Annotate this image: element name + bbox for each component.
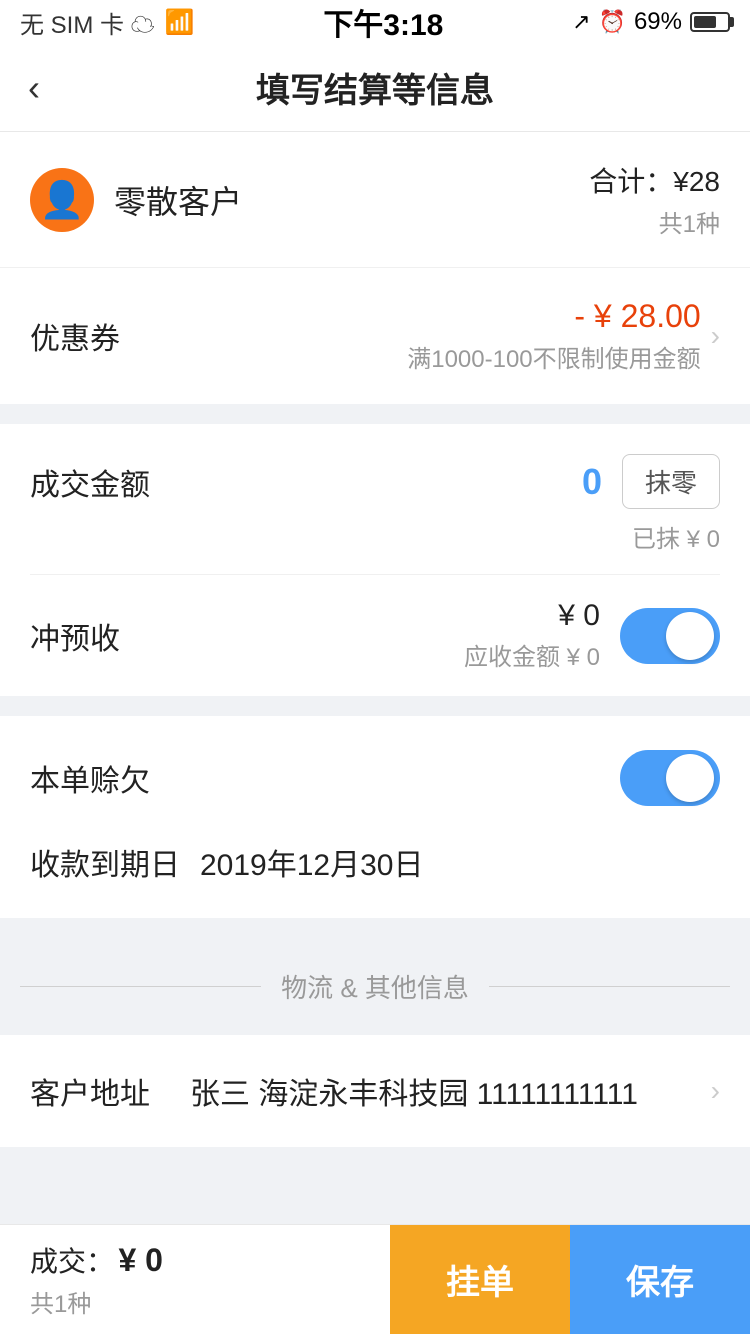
logistics-line-left: [20, 986, 261, 987]
round-zero-button[interactable]: 抹零: [622, 454, 720, 509]
no-sim-text: 无 SIM 卡 ☁: [20, 5, 155, 40]
logistics-text: 物流 & 其他信息: [281, 968, 469, 1005]
page-title: 填写结算等信息: [256, 63, 494, 112]
hang-order-button[interactable]: 挂单: [390, 1225, 570, 1334]
battery-icon: [690, 12, 730, 32]
bottom-deal-label: 成交：: [30, 1246, 114, 1277]
customer-name: 零散客户: [114, 177, 242, 223]
due-date-value: 2019年12月30日: [200, 840, 423, 884]
already-rounded-text: 已抹 ¥ 0: [0, 519, 750, 574]
total-sub: 共1种: [589, 204, 720, 239]
status-bar: 无 SIM 卡 ☁ 📶 下午3:18 ↗ ⏰ 69%: [0, 0, 750, 44]
chevron-right-icon: ›: [711, 320, 720, 352]
address-row[interactable]: 客户地址 张三 海淀永丰科技园 11111111111 ›: [0, 1035, 750, 1147]
status-left: 无 SIM 卡 ☁ 📶: [20, 5, 195, 40]
debt-toggle[interactable]: [620, 750, 720, 806]
customer-row: 👤 零散客户 合计：¥28 共1种: [0, 132, 750, 267]
debt-label: 本单赊欠: [30, 756, 150, 800]
bottom-deal-sub: 共1种: [30, 1284, 390, 1319]
location-icon: ↗: [572, 9, 590, 35]
coupon-desc: 满1000-100不限制使用金额: [407, 339, 700, 374]
address-chevron-icon: ›: [711, 1075, 720, 1107]
alarm-icon: ⏰: [599, 9, 626, 35]
total-label: 合计：¥28: [589, 160, 720, 200]
address-label: 客户地址: [30, 1069, 190, 1113]
nav-bar: ‹ 填写结算等信息: [0, 44, 750, 132]
due-date-label: 收款到期日: [30, 840, 180, 884]
customer-card: 👤 零散客户 合计：¥28 共1种 优惠券 - ¥ 28.00 满1000-10…: [0, 132, 750, 404]
deal-amount-value[interactable]: 0: [582, 461, 602, 503]
debt-card: 本单赊欠 收款到期日 2019年12月30日: [0, 716, 750, 918]
prepay-right: ¥ 0 应收金额 ¥ 0: [464, 599, 720, 672]
debt-toggle-knob: [666, 754, 714, 802]
amount-row: 成交金额 0 抹零: [0, 424, 750, 519]
deal-amount-label: 成交金额: [30, 460, 150, 504]
prepay-toggle[interactable]: [620, 608, 720, 664]
battery-percent: 69%: [634, 8, 682, 36]
coupon-right: - ¥ 28.00 满1000-100不限制使用金额: [407, 298, 700, 374]
save-button[interactable]: 保存: [570, 1225, 750, 1334]
deal-amount-card: 成交金额 0 抹零 已抹 ¥ 0 冲预收 ¥ 0 应收金额 ¥ 0: [0, 424, 750, 696]
customer-total: 合计：¥28 共1种: [589, 160, 720, 239]
logistics-divider: 物流 & 其他信息: [0, 948, 750, 1025]
coupon-amount: - ¥ 28.00: [407, 298, 700, 335]
customer-left: 👤 零散客户: [30, 168, 242, 232]
debt-row: 本单赊欠: [0, 716, 750, 840]
prepay-amount-sub: 应收金额 ¥ 0: [464, 637, 600, 672]
prepay-row: 冲预收 ¥ 0 应收金额 ¥ 0: [0, 575, 750, 696]
prepay-amount: ¥ 0 应收金额 ¥ 0: [464, 599, 600, 672]
avatar-icon: 👤: [40, 179, 85, 221]
bottom-deal-amount: ¥ 0: [118, 1242, 162, 1278]
logistics-section: 物流 & 其他信息: [0, 938, 750, 1035]
coupon-row[interactable]: 优惠券 - ¥ 28.00 满1000-100不限制使用金额 ›: [0, 267, 750, 404]
address-value: 张三 海淀永丰科技园 11111111111: [190, 1069, 701, 1113]
address-card: 客户地址 张三 海淀永丰科技园 11111111111 ›: [0, 1035, 750, 1147]
prepay-amount-main: ¥ 0: [464, 599, 600, 633]
back-button[interactable]: ‹: [28, 67, 40, 109]
avatar: 👤: [30, 168, 94, 232]
prepay-label: 冲预收: [30, 614, 120, 658]
status-right: ↗ ⏰ 69%: [572, 8, 730, 36]
status-time: 下午3:18: [323, 0, 443, 44]
logistics-line-right: [489, 986, 730, 987]
bottom-bar: 成交： ¥ 0 共1种 挂单 保存: [0, 1224, 750, 1334]
wifi-icon: 📶: [165, 8, 195, 37]
toggle-knob: [666, 612, 714, 660]
amount-right: 0 抹零: [582, 454, 720, 509]
content: 👤 零散客户 合计：¥28 共1种 优惠券 - ¥ 28.00 满1000-10…: [0, 132, 750, 1287]
bottom-info: 成交： ¥ 0 共1种: [0, 1240, 390, 1319]
coupon-label: 优惠券: [30, 314, 120, 358]
bottom-deal-row: 成交： ¥ 0: [30, 1240, 390, 1280]
date-row: 收款到期日 2019年12月30日: [0, 840, 750, 918]
